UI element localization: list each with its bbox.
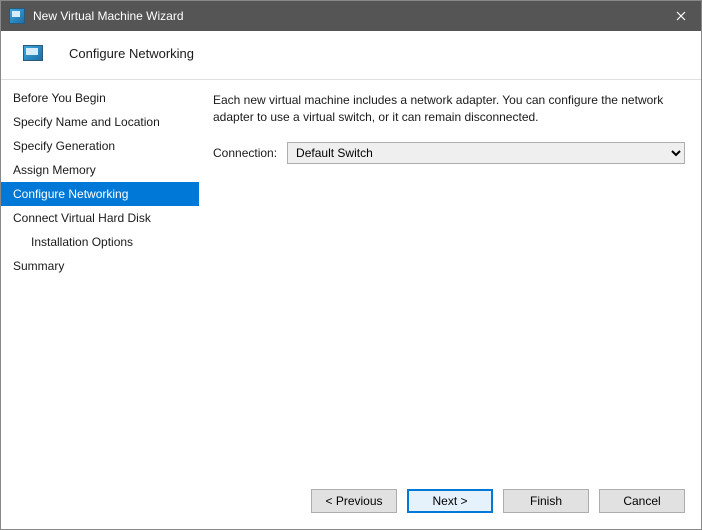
previous-button[interactable]: < Previous bbox=[311, 489, 397, 513]
step-installation-options[interactable]: Installation Options bbox=[1, 230, 199, 254]
step-assign-memory[interactable]: Assign Memory bbox=[1, 158, 199, 182]
wizard-steps-sidebar: Before You Begin Specify Name and Locati… bbox=[1, 80, 199, 477]
finish-button[interactable]: Finish bbox=[503, 489, 589, 513]
connection-row: Connection: Default Switch bbox=[213, 142, 685, 164]
step-specify-name-location[interactable]: Specify Name and Location bbox=[1, 110, 199, 134]
close-icon bbox=[676, 11, 686, 21]
step-specify-generation[interactable]: Specify Generation bbox=[1, 134, 199, 158]
titlebar: New Virtual Machine Wizard bbox=[1, 1, 701, 31]
wizard-header: Configure Networking bbox=[1, 31, 701, 79]
wizard-window: New Virtual Machine Wizard Configure Net… bbox=[0, 0, 702, 530]
vm-icon bbox=[23, 45, 43, 61]
app-icon bbox=[9, 8, 25, 24]
step-configure-networking[interactable]: Configure Networking bbox=[1, 182, 199, 206]
next-button[interactable]: Next > bbox=[407, 489, 493, 513]
description-text: Each new virtual machine includes a netw… bbox=[213, 92, 685, 126]
step-summary[interactable]: Summary bbox=[1, 254, 199, 278]
step-before-you-begin[interactable]: Before You Begin bbox=[1, 86, 199, 110]
wizard-content: Each new virtual machine includes a netw… bbox=[199, 80, 701, 477]
cancel-button[interactable]: Cancel bbox=[599, 489, 685, 513]
connection-label: Connection: bbox=[213, 146, 277, 160]
wizard-footer: < Previous Next > Finish Cancel bbox=[1, 477, 701, 529]
step-connect-virtual-hard-disk[interactable]: Connect Virtual Hard Disk bbox=[1, 206, 199, 230]
connection-select[interactable]: Default Switch bbox=[287, 142, 685, 164]
close-button[interactable] bbox=[661, 1, 701, 31]
wizard-body: Before You Begin Specify Name and Locati… bbox=[1, 79, 701, 477]
window-title: New Virtual Machine Wizard bbox=[33, 9, 661, 23]
page-title: Configure Networking bbox=[69, 46, 194, 61]
